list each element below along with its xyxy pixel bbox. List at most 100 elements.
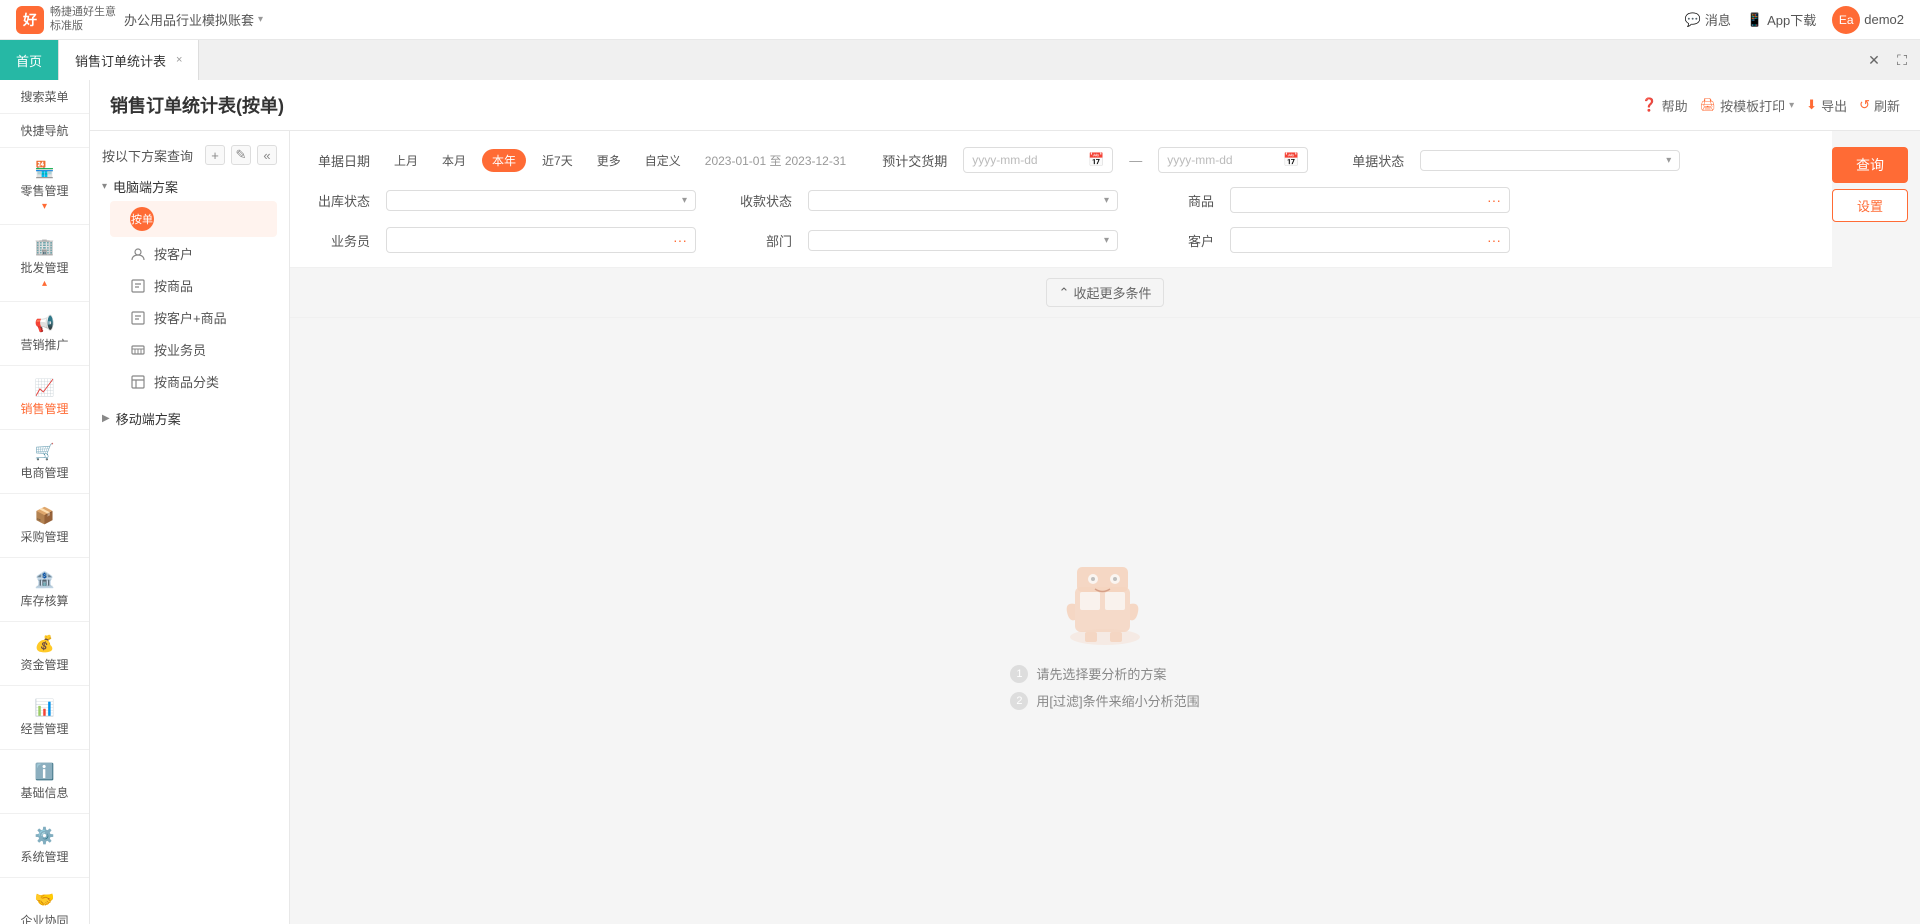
- scheme-items-list: 按单 按客户: [102, 201, 277, 397]
- print-icon: 🖨: [1700, 97, 1717, 113]
- breadcrumb-dropdown-icon[interactable]: ▾: [258, 14, 263, 25]
- query-button[interactable]: 查询: [1832, 147, 1908, 183]
- sidebar-item-marketing[interactable]: 📢 营销推广: [0, 302, 89, 366]
- tab-close-icon[interactable]: ×: [176, 54, 182, 66]
- breadcrumb: 办公用品行业模拟账套 ▾: [124, 10, 263, 29]
- download-icon: 📱: [1747, 12, 1763, 28]
- tab-close-window-button[interactable]: ✕: [1864, 50, 1884, 70]
- scheme-mobile-section-header[interactable]: ▶ 移动端方案: [102, 405, 277, 432]
- expected-date-start-input[interactable]: yyyy-mm-dd 📅: [963, 147, 1113, 173]
- scheme-item-by-order[interactable]: 按单: [110, 201, 277, 237]
- scheme-item-by-product[interactable]: 按商品: [110, 270, 277, 301]
- date-btn-7days[interactable]: 近7天: [534, 149, 581, 172]
- scheme-item-by-product-category[interactable]: 按商品分类: [110, 366, 277, 397]
- collapse-icon: ⌃: [1059, 285, 1070, 301]
- shipment-select-arrow: ▾: [682, 195, 687, 206]
- date-range-display: 2023-01-01 至 2023-12-31: [705, 152, 846, 169]
- sidebar-item-enterprise[interactable]: 🤝 企业协同: [0, 878, 89, 924]
- scheme-item-by-customer-product[interactable]: 按客户+商品: [110, 302, 277, 333]
- sidebar-item-ecommerce[interactable]: 🛒 电商管理: [0, 430, 89, 494]
- salesperson-select[interactable]: ···: [386, 227, 696, 253]
- product-label: 商品: [1154, 191, 1214, 210]
- print-button[interactable]: 🖨 按模板打印 ▾: [1700, 96, 1795, 115]
- by-salesperson-icon: [130, 342, 146, 358]
- help-button[interactable]: ❓ 帮助: [1641, 96, 1687, 115]
- shipment-select[interactable]: ▾: [386, 190, 696, 211]
- sidebar-item-quick-nav[interactable]: 快捷导航: [0, 114, 89, 148]
- filter-main-row: 单据日期 上月 本月 本年 近7天 更多 自定义 2023-01-01 至 20…: [290, 131, 1920, 268]
- sidebar-item-finance[interactable]: 💰 资金管理: [0, 622, 89, 686]
- sidebar-item-wholesale[interactable]: 🏢 批发管理 ▴: [0, 225, 89, 302]
- collapse-scheme-button[interactable]: «: [257, 145, 277, 165]
- export-button[interactable]: ⬇ 导出: [1806, 96, 1847, 115]
- refresh-button[interactable]: ↺ 刷新: [1859, 96, 1900, 115]
- edit-scheme-button[interactable]: ✎: [231, 145, 251, 165]
- scheme-pc-section: ▾ 电脑端方案 按单 按客户: [90, 173, 289, 397]
- payment-select[interactable]: ▾: [808, 190, 1118, 211]
- inner-layout: 按以下方案查询 + ✎ « ▾ 电脑端方案 按单: [90, 131, 1920, 924]
- product-more-icon[interactable]: ···: [1487, 192, 1501, 208]
- collapse-button[interactable]: ⌃ 收起更多条件: [1046, 278, 1165, 307]
- enterprise-icon: 🤝: [35, 890, 55, 910]
- date-btn-last-month[interactable]: 上月: [386, 149, 426, 172]
- date-btn-this-year[interactable]: 本年: [482, 149, 526, 172]
- sidebar-item-basic-info[interactable]: ℹ️ 基础信息: [0, 750, 89, 814]
- basic-info-icon: ℹ️: [35, 762, 55, 782]
- customer-select[interactable]: ···: [1230, 227, 1510, 253]
- date-btn-more[interactable]: 更多: [589, 149, 629, 172]
- expected-date-end-input[interactable]: yyyy-mm-dd 📅: [1158, 147, 1308, 173]
- sidebar-item-search[interactable]: 搜索菜单: [0, 80, 89, 114]
- date-btn-custom[interactable]: 自定义: [637, 149, 689, 172]
- filter-fields: 单据日期 上月 本月 本年 近7天 更多 自定义 2023-01-01 至 20…: [290, 131, 1832, 268]
- filter-row-1: 单据日期 上月 本月 本年 近7天 更多 自定义 2023-01-01 至 20…: [290, 131, 1832, 268]
- app-download-button[interactable]: 📱 App下载: [1747, 10, 1816, 29]
- scheme-panel: 按以下方案查询 + ✎ « ▾ 电脑端方案 按单: [90, 131, 290, 924]
- marketing-icon: 📢: [35, 314, 55, 334]
- tab-maximize-button[interactable]: ⛶: [1892, 50, 1912, 70]
- user-menu[interactable]: Ea demo2: [1832, 6, 1904, 34]
- date-options-group: 上月 本月 本年 近7天 更多 自定义: [386, 149, 689, 172]
- scheme-panel-header: 按以下方案查询 + ✎ «: [90, 141, 289, 173]
- payment-select-arrow: ▾: [1104, 195, 1109, 206]
- purchase-icon: 📦: [35, 506, 55, 526]
- calendar-start-icon: 📅: [1088, 152, 1104, 168]
- tab-home[interactable]: 首页: [0, 40, 59, 80]
- add-scheme-button[interactable]: +: [205, 145, 225, 165]
- retail-icon: 🏪: [35, 160, 55, 180]
- sidebar-item-sales[interactable]: 📈 销售管理: [0, 366, 89, 430]
- scheme-mobile-section: ▶ 移动端方案: [90, 405, 289, 432]
- scheme-item-by-customer[interactable]: 按客户: [110, 238, 277, 269]
- sidebar-item-operations[interactable]: 📊 经营管理: [0, 686, 89, 750]
- scheme-panel-header-actions: + ✎ «: [205, 145, 277, 165]
- sidebar-item-purchase[interactable]: 📦 采购管理: [0, 494, 89, 558]
- scheme-pc-section-header[interactable]: ▾ 电脑端方案: [102, 173, 277, 200]
- sidebar-item-retail[interactable]: 🏪 零售管理 ▾: [0, 148, 89, 225]
- inventory-icon: 🏦: [35, 570, 55, 590]
- shipment-label: 出库状态: [310, 191, 370, 210]
- status-select[interactable]: ▾: [1420, 150, 1680, 171]
- salesperson-more-icon[interactable]: ···: [673, 232, 687, 248]
- main-layout: 搜索菜单 快捷导航 🏪 零售管理 ▾ 🏢 批发管理 ▴ 📢 营销推广 📈 销售管…: [0, 80, 1920, 924]
- department-select[interactable]: ▾: [808, 230, 1118, 251]
- status-select-arrow: ▾: [1666, 155, 1671, 166]
- status-label: 单据状态: [1344, 151, 1404, 170]
- sidebar-item-system[interactable]: ⚙️ 系统管理: [0, 814, 89, 878]
- salesperson-label: 业务员: [310, 231, 370, 250]
- calendar-end-icon: 📅: [1283, 152, 1299, 168]
- customer-more-icon[interactable]: ···: [1487, 232, 1501, 248]
- settings-button[interactable]: 设置: [1832, 189, 1908, 222]
- content-area: 销售订单统计表(按单) ❓ 帮助 🖨 按模板打印 ▾ ⬇ 导出 ↺ 刷新: [90, 80, 1920, 924]
- scheme-item-by-salesperson[interactable]: 按业务员: [110, 334, 277, 365]
- by-customer-icon: [130, 246, 146, 262]
- operations-icon: 📊: [35, 698, 55, 718]
- sidebar-item-inventory[interactable]: 🏦 库存核算: [0, 558, 89, 622]
- page-header-actions: ❓ 帮助 🖨 按模板打印 ▾ ⬇ 导出 ↺ 刷新: [1641, 96, 1900, 127]
- message-button[interactable]: 💬 消息: [1685, 10, 1731, 29]
- sales-icon: 📈: [35, 378, 55, 398]
- by-product-icon: [130, 278, 146, 294]
- tab-sales-order[interactable]: 销售订单统计表 ×: [59, 40, 199, 80]
- empty-state: 1 请先选择要分析的方案 2 用[过滤]条件来缩小分析范围: [290, 318, 1920, 924]
- date-btn-this-month[interactable]: 本月: [434, 149, 474, 172]
- scheme-mobile-expand-icon: ▶: [102, 413, 110, 424]
- product-select[interactable]: ···: [1230, 187, 1510, 213]
